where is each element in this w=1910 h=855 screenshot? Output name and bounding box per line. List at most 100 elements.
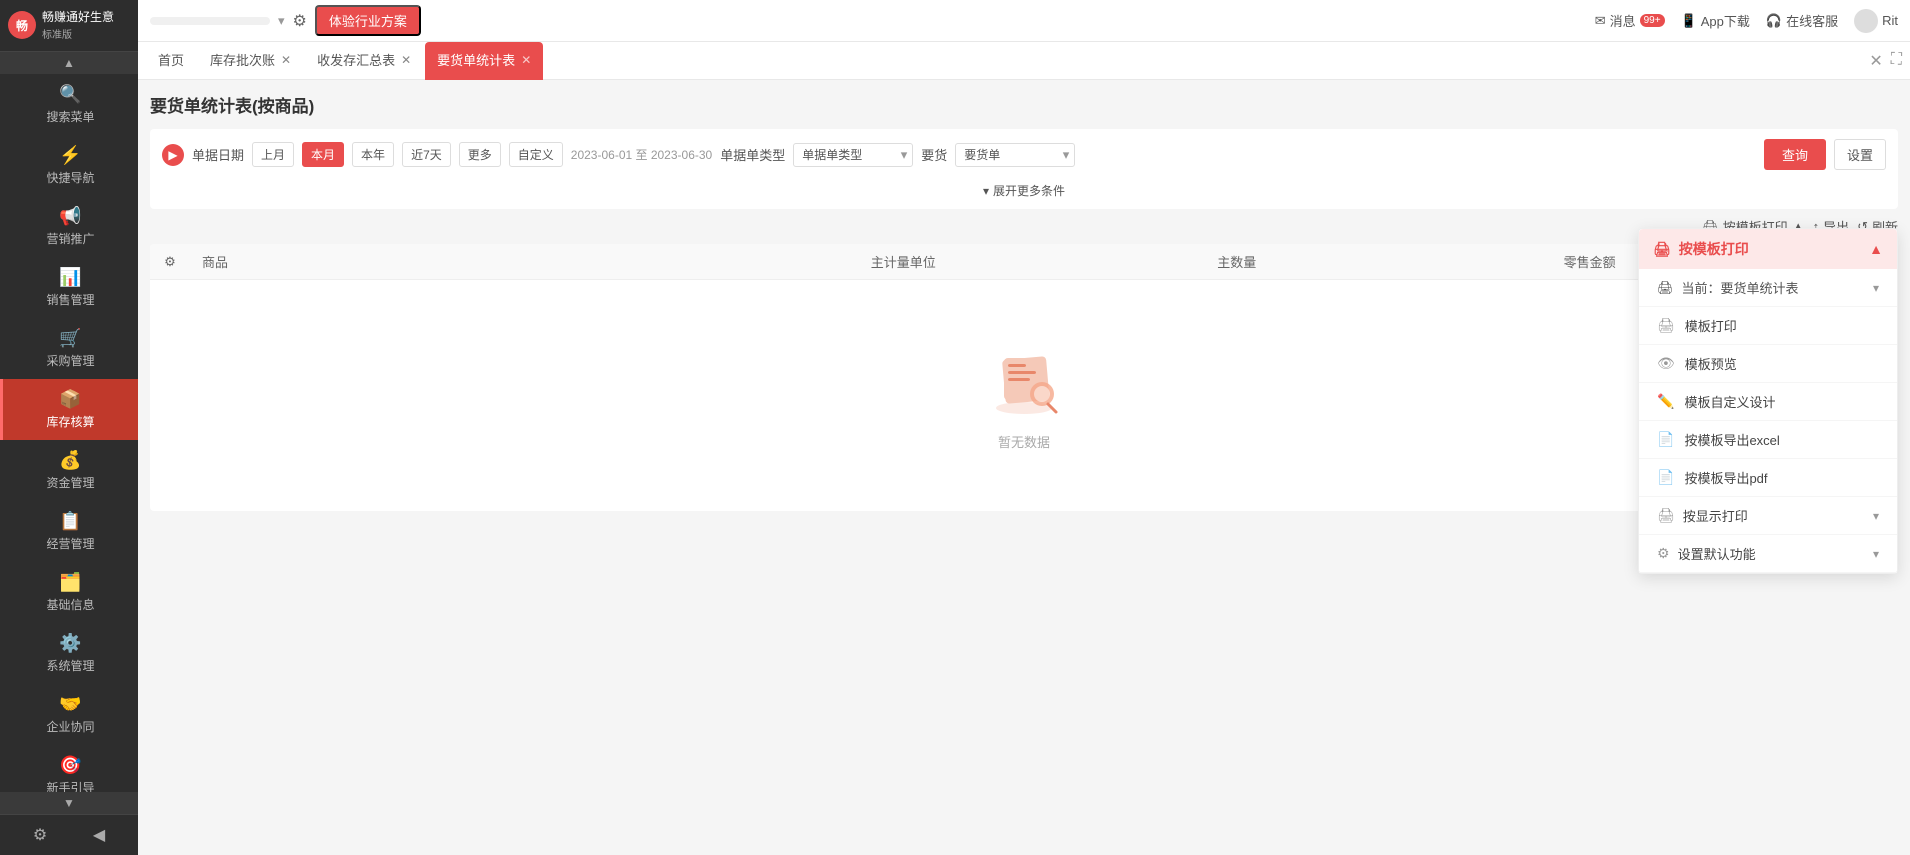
type-label: 单据单类型 xyxy=(720,145,785,164)
sidebar: 畅 畅赚通好生意 标准版 ▲ 🔍 搜索菜单 ⚡ 快捷导航 📢 营销推广 📊 销售… xyxy=(0,0,138,855)
sidebar-item-guide[interactable]: 🎯 新手引导 xyxy=(0,745,138,792)
tab-receipt-summary[interactable]: 收发存汇总表 ✕ xyxy=(305,42,423,80)
dropdown-current-item[interactable]: 🖨 当前：要货单统计表 ▾ xyxy=(1639,269,1897,307)
sales-icon: 📊 xyxy=(59,267,81,288)
scroll-down[interactable]: ▼ xyxy=(0,792,138,814)
service-icon: 🎧 xyxy=(1766,13,1782,29)
current-arrow: ▾ xyxy=(1873,281,1879,295)
date-btn-7days[interactable]: 近7天 xyxy=(402,142,451,167)
goods-label: 要货 xyxy=(921,145,947,164)
dropdown-section-display-print[interactable]: 🖨 按显示打印 ▾ xyxy=(1639,497,1897,535)
search-bar[interactable] xyxy=(150,17,270,25)
display-print-icon: 🖨 xyxy=(1657,507,1675,524)
page-title: 要货单统计表(按商品) xyxy=(150,92,1898,117)
basic-icon: 🗂️ xyxy=(59,572,81,593)
avatar-img xyxy=(1854,9,1878,33)
tab-close-inventory-batch[interactable]: ✕ xyxy=(281,53,291,67)
user-avatar[interactable]: Rit xyxy=(1854,9,1898,33)
date-btn-this-month[interactable]: 本月 xyxy=(302,142,344,167)
nav-icon: ⚡ xyxy=(59,145,81,166)
guide-icon: 🎯 xyxy=(59,755,81,776)
corp-icon: 🤝 xyxy=(59,694,81,715)
empty-text: 暂无数据 xyxy=(998,432,1050,451)
goods-select[interactable]: 要货单 xyxy=(955,143,1075,167)
dropdown-item-template-pdf[interactable]: 📄 按模板导出pdf xyxy=(1639,459,1897,497)
app-download-btn[interactable]: 📱 App下载 xyxy=(1681,11,1750,30)
template-pdf-icon: 📄 xyxy=(1657,469,1674,486)
sidebar-item-basic[interactable]: 🗂️ 基础信息 xyxy=(0,562,138,623)
marketing-icon: 📢 xyxy=(59,206,81,227)
settings-footer-icon[interactable]: ⚙ xyxy=(33,825,47,845)
filter-expand-button[interactable]: ▶ xyxy=(162,144,184,166)
dropdown-item-template-excel[interactable]: 📄 按模板导出excel xyxy=(1639,421,1897,459)
sidebar-item-finance[interactable]: 💰 资金管理 xyxy=(0,440,138,501)
sidebar-item-marketing[interactable]: 📢 营销推广 xyxy=(0,196,138,257)
filter-row-1: ▶ 单据日期 上月 本月 本年 近7天 更多 自定义 2023-06-01 至 … xyxy=(162,139,1886,170)
filter-actions: 查询 设置 xyxy=(1764,139,1886,170)
maximize-window-icon[interactable]: ⛶ xyxy=(1891,51,1902,71)
sidebar-item-sales[interactable]: 📊 销售管理 xyxy=(0,257,138,318)
dropdown-title-area: 🖨 按模板打印 xyxy=(1653,239,1749,259)
tabs-bar: 首页 库存批次账 ✕ 收发存汇总表 ✕ 要货单统计表 ✕ ✕ ⛶ xyxy=(138,42,1910,80)
operation-icon: 📋 xyxy=(59,511,81,532)
sidebar-item-purchase[interactable]: 🛒 采购管理 xyxy=(0,318,138,379)
search-icon: 🔍 xyxy=(59,84,81,105)
tab-order-stat[interactable]: 要货单统计表 ✕ xyxy=(425,42,543,80)
topbar-chevron-icon[interactable]: ▾ xyxy=(278,13,285,29)
logo-icon: 畅 xyxy=(8,11,36,39)
tab-inventory-batch[interactable]: 库存批次账 ✕ xyxy=(198,42,303,80)
dropdown-panel: 🖨 按模板打印 ▲ 🖨 当前：要货单统计表 ▾ 🖨 模板打印 👁 模板 xyxy=(1638,228,1898,574)
date-btn-more[interactable]: 更多 xyxy=(459,142,501,167)
sidebar-item-system[interactable]: ⚙️ 系统管理 xyxy=(0,623,138,684)
message-icon: ✉ xyxy=(1595,13,1606,29)
empty-state: 暂无数据 xyxy=(150,280,1898,511)
th-goods: 商品 xyxy=(190,252,859,271)
current-icon: 🖨 xyxy=(1657,280,1674,296)
tab-close-order-stat[interactable]: ✕ xyxy=(521,53,531,67)
sidebar-item-operation[interactable]: 📋 经营管理 xyxy=(0,501,138,562)
dropdown-item-template-print[interactable]: 🖨 模板打印 xyxy=(1639,307,1897,345)
topbar: ▾ ⚙ 体验行业方案 ✉ 消息 99+ 📱 App下载 🎧 在线客服 Rit xyxy=(138,0,1910,42)
tab-home[interactable]: 首页 xyxy=(146,42,196,80)
dropdown-section-default-func[interactable]: ⚙ 设置默认功能 ▾ xyxy=(1639,535,1897,573)
topbar-right: ✉ 消息 99+ 📱 App下载 🎧 在线客服 Rit xyxy=(1595,9,1898,33)
system-icon: ⚙️ xyxy=(59,633,81,654)
date-btn-last-month[interactable]: 上月 xyxy=(252,142,294,167)
date-btn-custom[interactable]: 自定义 xyxy=(509,142,563,167)
dropdown-item-template-design[interactable]: ✏️ 模板自定义设计 xyxy=(1639,383,1897,421)
download-icon: 📱 xyxy=(1681,13,1697,29)
dropdown-item-template-preview[interactable]: 👁 模板预览 xyxy=(1639,345,1897,383)
tab-close-receipt-summary[interactable]: ✕ xyxy=(401,53,411,67)
template-preview-icon: 👁 xyxy=(1657,355,1675,372)
th-settings[interactable]: ⚙ xyxy=(150,254,190,270)
empty-icon xyxy=(984,340,1064,420)
sidebar-item-inventory[interactable]: 📦 库存核算 xyxy=(0,379,138,440)
dropdown-header[interactable]: 🖨 按模板打印 ▲ xyxy=(1639,229,1897,269)
template-design-icon: ✏️ xyxy=(1657,393,1674,410)
close-window-icon[interactable]: ✕ xyxy=(1869,51,1882,71)
sidebar-nav: 🔍 搜索菜单 ⚡ 快捷导航 📢 营销推广 📊 销售管理 🛒 采购管理 📦 库存核… xyxy=(0,74,138,792)
trial-button[interactable]: 体验行业方案 xyxy=(315,5,421,36)
date-range: 2023-06-01 至 2023-06-30 xyxy=(571,146,712,163)
settings-button[interactable]: 设置 xyxy=(1834,139,1886,170)
message-btn[interactable]: ✉ 消息 99+ xyxy=(1595,11,1665,30)
data-table: ⚙ 商品 主计量单位 主数量 零售金额 暂 xyxy=(150,244,1898,511)
finance-icon: 💰 xyxy=(59,450,81,471)
sidebar-item-corp[interactable]: 🤝 企业协同 xyxy=(0,684,138,745)
topbar-gear-icon[interactable]: ⚙ xyxy=(293,11,307,31)
sidebar-item-nav[interactable]: ⚡ 快捷导航 xyxy=(0,135,138,196)
online-service-btn[interactable]: 🎧 在线客服 xyxy=(1766,11,1838,30)
date-btn-this-year[interactable]: 本年 xyxy=(352,142,394,167)
sidebar-logo: 畅 畅赚通好生意 标准版 xyxy=(0,0,138,52)
scroll-up[interactable]: ▲ xyxy=(0,52,138,74)
window-controls: ✕ ⛶ xyxy=(1869,51,1902,71)
sidebar-item-search[interactable]: 🔍 搜索菜单 xyxy=(0,74,138,135)
type-select[interactable]: 单据单类型 xyxy=(793,143,913,167)
collapse-icon[interactable]: ◀ xyxy=(93,825,105,845)
default-func-arrow: ▾ xyxy=(1873,547,1879,561)
expand-more-button[interactable]: ▾ 展开更多条件 xyxy=(983,182,1065,199)
dropdown-collapse-icon[interactable]: ▲ xyxy=(1869,241,1883,257)
query-button[interactable]: 查询 xyxy=(1764,139,1826,170)
default-func-icon: ⚙ xyxy=(1657,545,1670,562)
purchase-icon: 🛒 xyxy=(59,328,81,349)
